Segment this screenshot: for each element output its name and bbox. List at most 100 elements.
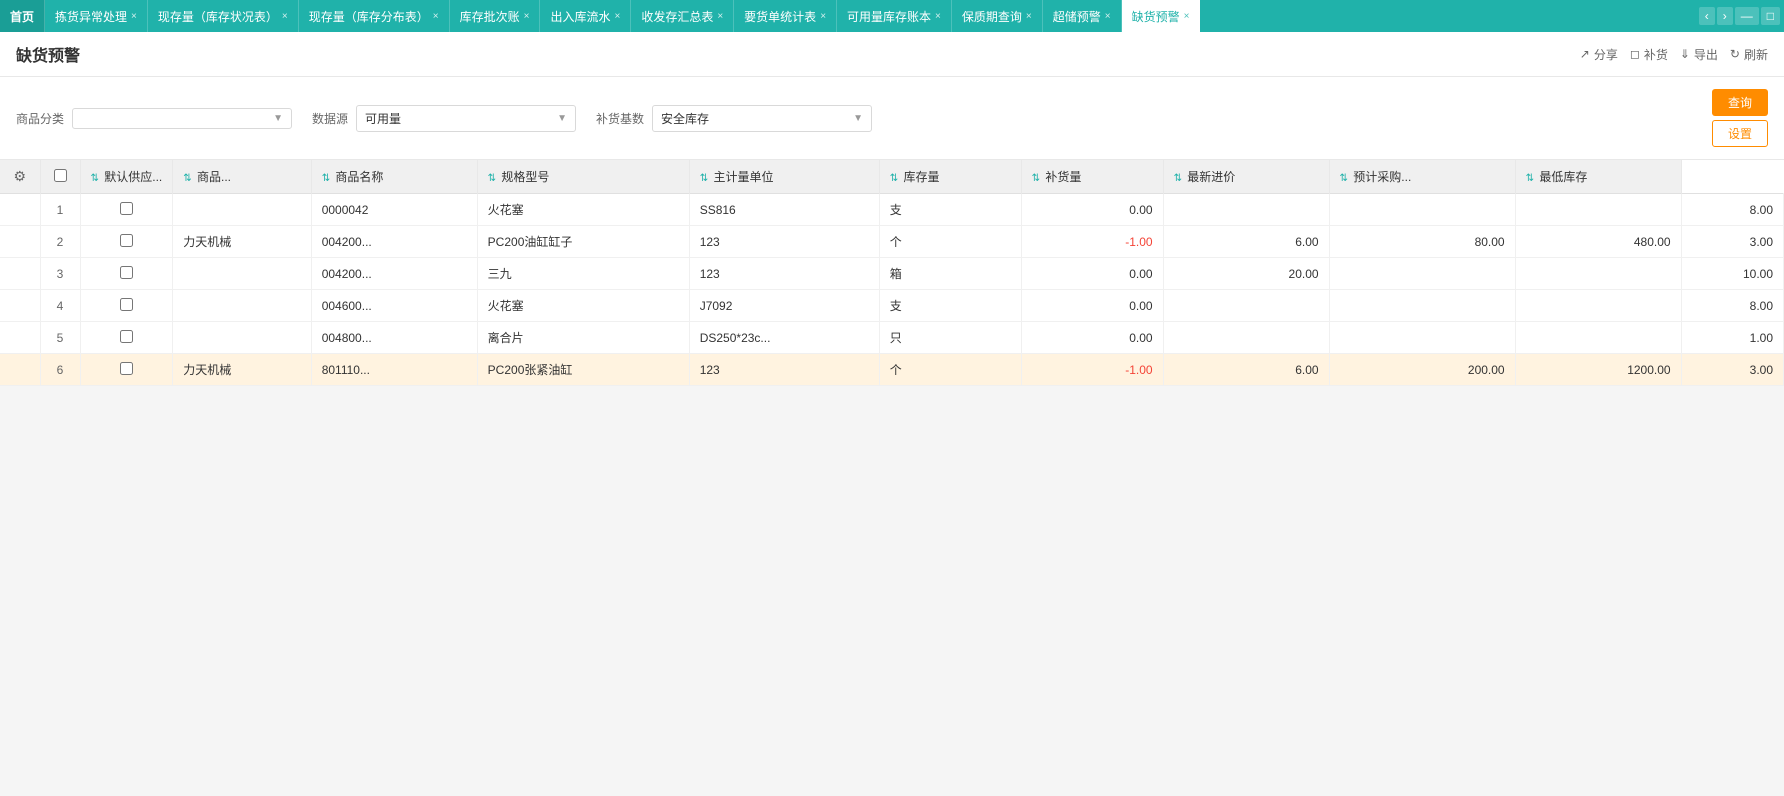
export-button[interactable]: ⇓ 导出 (1680, 46, 1718, 63)
row-checkbox[interactable] (120, 234, 133, 247)
supplier-column-header[interactable]: ⇅ 默认供应... (80, 160, 173, 194)
tab-stock1[interactable]: 现存量（库存状况表） × (148, 0, 299, 32)
row-latest-price (1329, 290, 1515, 322)
tab-order[interactable]: 要货单统计表 × (734, 0, 837, 32)
tab-stock1-label: 现存量（库存状况表） (158, 8, 278, 25)
close-icon[interactable]: × (131, 11, 137, 22)
row-checkbox[interactable] (120, 362, 133, 375)
replenish-base-select[interactable]: 安全库存 ▼ (652, 105, 872, 132)
row-product-code: 801110... (311, 354, 477, 386)
row-stock: -1.00 (1021, 354, 1163, 386)
replenish-qty-column-header[interactable]: ⇅ 补货量 (1021, 160, 1163, 194)
row-est-purchase: 480.00 (1515, 226, 1681, 258)
row-replenish-qty (1163, 194, 1329, 226)
row-checkbox[interactable] (120, 202, 133, 215)
tab-batch[interactable]: 库存批次账 × (450, 0, 541, 32)
query-button[interactable]: 查询 (1712, 89, 1768, 116)
row-checkbox[interactable] (120, 266, 133, 279)
sort-icon: ⇅ (1340, 173, 1348, 184)
table-row: 4004600...火花塞J7092支0.008.00 (0, 290, 1784, 322)
row-checkbox-cell (80, 290, 173, 322)
row-checkbox-cell (80, 258, 173, 290)
checkbox-column-header[interactable] (40, 160, 80, 194)
close-icon[interactable]: × (524, 11, 530, 22)
row-est-purchase (1515, 194, 1681, 226)
close-icon[interactable]: × (1184, 11, 1190, 22)
category-select[interactable]: ▼ (72, 108, 292, 129)
gear-icon[interactable]: ⚙ (13, 168, 26, 184)
select-all-checkbox[interactable] (54, 169, 67, 182)
replenish-base-label: 补货基数 (596, 110, 644, 127)
est-purchase-column-header[interactable]: ⇅ 预计采购... (1329, 160, 1515, 194)
product-code-column-header[interactable]: ⇅ 商品... (173, 160, 311, 194)
settings-column-header[interactable]: ⚙ (0, 160, 40, 194)
product-name-column-header[interactable]: ⇅ 商品名称 (311, 160, 477, 194)
replenish-qty-column-label: 补货量 (1045, 170, 1081, 184)
tab-stock2[interactable]: 现存量（库存分布表） × (299, 0, 450, 32)
tab-summary[interactable]: 收发存汇总表 × (631, 0, 734, 32)
close-icon[interactable]: × (820, 11, 826, 22)
row-product-code: 004600... (311, 290, 477, 322)
row-product-name: 火花塞 (477, 290, 689, 322)
sort-icon: ⇅ (488, 173, 496, 184)
datasource-value: 可用量 (365, 110, 401, 127)
row-unit: 个 (879, 354, 1021, 386)
sort-icon: ⇅ (1174, 173, 1182, 184)
tab-inout[interactable]: 出入库流水 × (540, 0, 631, 32)
tab-next-button[interactable]: › (1717, 7, 1733, 25)
unit-column-header[interactable]: ⇅ 主计量单位 (689, 160, 879, 194)
replenish-button[interactable]: ◻ 补货 (1630, 46, 1668, 63)
refresh-button[interactable]: ↻ 刷新 (1730, 46, 1768, 63)
row-settings-cell (0, 226, 40, 258)
close-icon[interactable]: × (614, 11, 620, 22)
row-checkbox[interactable] (120, 330, 133, 343)
latest-price-column-header[interactable]: ⇅ 最新进价 (1163, 160, 1329, 194)
spec-column-header[interactable]: ⇅ 规格型号 (477, 160, 689, 194)
row-product-name: 火花塞 (477, 194, 689, 226)
share-button[interactable]: ↗ 分享 (1580, 46, 1618, 63)
tab-home[interactable]: 首页 (0, 0, 45, 32)
row-index: 3 (40, 258, 80, 290)
tab-prev-button[interactable]: ‹ (1699, 7, 1715, 25)
tab-maximize-button[interactable]: □ (1761, 7, 1780, 25)
tab-minimize-button[interactable]: — (1735, 7, 1759, 25)
settings-button[interactable]: 设置 (1712, 120, 1768, 147)
stock-column-header[interactable]: ⇅ 库存量 (879, 160, 1021, 194)
sort-icon: ⇅ (1032, 173, 1040, 184)
close-icon[interactable]: × (1105, 11, 1111, 22)
row-product-code: 004200... (311, 258, 477, 290)
tab-shortage[interactable]: 缺货预警 × (1122, 0, 1201, 32)
min-stock-column-header[interactable]: ⇅ 最低库存 (1515, 160, 1681, 194)
row-settings-cell (0, 354, 40, 386)
row-replenish-qty (1163, 290, 1329, 322)
tab-inout-label: 出入库流水 (550, 8, 610, 25)
refresh-icon: ↻ (1730, 47, 1740, 61)
row-checkbox[interactable] (120, 298, 133, 311)
datasource-select[interactable]: 可用量 ▼ (356, 105, 576, 132)
row-product-name: 离合片 (477, 322, 689, 354)
sort-icon: ⇅ (1526, 173, 1534, 184)
product-code-column-label: 商品... (197, 170, 231, 184)
export-label: 导出 (1694, 46, 1718, 63)
tab-expiry[interactable]: 保质期查询 × (952, 0, 1043, 32)
tab-overstock[interactable]: 超储预警 × (1043, 0, 1122, 32)
close-icon[interactable]: × (433, 11, 439, 22)
row-replenish-qty: 20.00 (1163, 258, 1329, 290)
row-spec: 123 (689, 258, 879, 290)
row-min-stock: 3.00 (1681, 354, 1783, 386)
close-icon[interactable]: × (935, 11, 941, 22)
row-settings-cell (0, 258, 40, 290)
chevron-down-icon: ▼ (557, 113, 567, 124)
row-stock: 0.00 (1021, 258, 1163, 290)
tab-overstock-label: 超储预警 (1053, 8, 1101, 25)
replenish-base-filter-group: 补货基数 安全库存 ▼ (596, 105, 872, 132)
chevron-down-icon: ▼ (273, 113, 283, 124)
close-icon[interactable]: × (282, 11, 288, 22)
row-est-purchase (1515, 290, 1681, 322)
unit-column-label: 主计量单位 (713, 170, 773, 184)
tab-avail-label: 可用量库存账本 (847, 8, 931, 25)
tab-avail[interactable]: 可用量库存账本 × (837, 0, 952, 32)
close-icon[interactable]: × (717, 11, 723, 22)
tab-pick[interactable]: 拣货异常处理 × (45, 0, 148, 32)
close-icon[interactable]: × (1026, 11, 1032, 22)
